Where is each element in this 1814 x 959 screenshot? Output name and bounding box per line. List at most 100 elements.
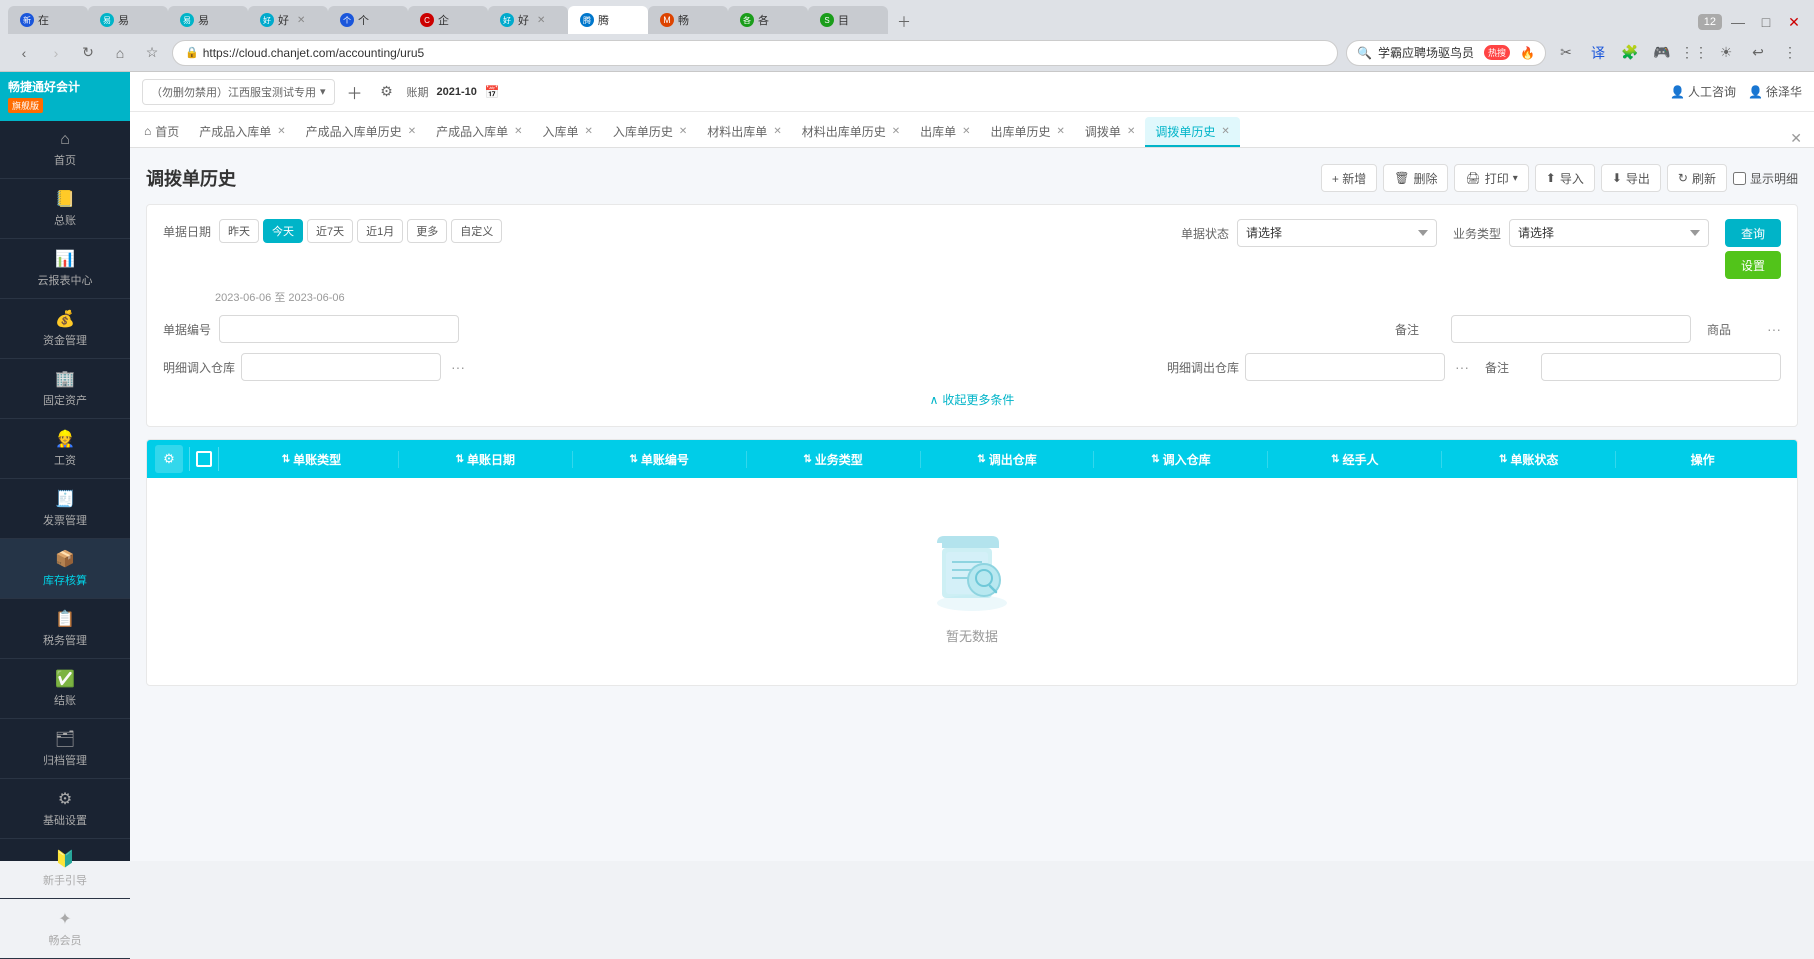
browser-maximize-btn[interactable]: □ bbox=[1754, 10, 1778, 34]
company-selector[interactable]: （勿删勿禁用）江西服宝测试专用 ▾ bbox=[142, 79, 335, 105]
translate-icon[interactable]: 译 bbox=[1586, 41, 1610, 65]
sidebar-item-reports[interactable]: 📊云报表中心 bbox=[0, 239, 130, 299]
browser-tab-11[interactable]: S 目 bbox=[808, 6, 888, 34]
browser-tab-6[interactable]: C 企 bbox=[408, 6, 488, 34]
tab-product-in-close[interactable]: ✕ bbox=[277, 126, 285, 137]
new-tab-btn[interactable]: ＋ bbox=[892, 10, 916, 34]
menu-icon[interactable]: ⋮ bbox=[1778, 41, 1802, 65]
browser-close-btn[interactable]: ✕ bbox=[1782, 10, 1806, 34]
tab-stock-out-history-close[interactable]: ✕ bbox=[1057, 126, 1065, 137]
company-settings-btn[interactable]: ⚙ bbox=[375, 80, 399, 104]
sidebar-item-member[interactable]: ✦畅会员 bbox=[0, 899, 130, 959]
tab-transfer-history-close[interactable]: ✕ bbox=[1221, 126, 1229, 137]
user-service-btn[interactable]: 👤 人工咨询 bbox=[1670, 83, 1736, 100]
tab-home[interactable]: ⌂首页 bbox=[134, 117, 189, 147]
sidebar-item-archive[interactable]: 🗂归档管理 bbox=[0, 719, 130, 779]
status-select[interactable]: 请选择 bbox=[1237, 219, 1437, 247]
settings-filter-btn[interactable]: 设置 bbox=[1725, 251, 1781, 279]
sidebar-item-basic[interactable]: ⚙基础设置 bbox=[0, 779, 130, 839]
tab-stock-in-history[interactable]: 入库单历史✕ bbox=[603, 117, 697, 147]
browser-tab-2[interactable]: 易 易 bbox=[88, 6, 168, 34]
calendar-icon[interactable]: 📅 bbox=[485, 85, 500, 99]
extensions-icon[interactable]: 🧩 bbox=[1618, 41, 1642, 65]
biz-type-select[interactable]: 请选择 bbox=[1509, 219, 1709, 247]
sidebar-item-inventory[interactable]: 📦库存核算 bbox=[0, 539, 130, 599]
browser-minimize-btn[interactable]: — bbox=[1726, 10, 1750, 34]
export-btn[interactable]: ⬇ 导出 bbox=[1601, 164, 1661, 192]
th-biz-type[interactable]: ⇅ 业务类型 bbox=[747, 451, 921, 468]
th-doc-status[interactable]: ⇅ 单账状态 bbox=[1442, 451, 1616, 468]
th-handler[interactable]: ⇅ 经手人 bbox=[1268, 451, 1442, 468]
th-out-warehouse[interactable]: ⇅ 调出仓库 bbox=[921, 451, 1095, 468]
sidebar-item-guide[interactable]: 🔰新手引导 bbox=[0, 839, 130, 899]
home-btn[interactable]: ⌂ bbox=[108, 41, 132, 65]
address-input[interactable]: 🔒 https://cloud.chanjet.com/accounting/u… bbox=[172, 40, 1338, 66]
sidebar-item-settle[interactable]: ✅结账 bbox=[0, 659, 130, 719]
table-select-all-checkbox[interactable] bbox=[196, 451, 212, 467]
tab-product-in-history-close[interactable]: ✕ bbox=[408, 126, 416, 137]
detail-in-input[interactable] bbox=[241, 353, 441, 381]
games-icon[interactable]: 🎮 bbox=[1650, 41, 1674, 65]
sidebar-item-tax[interactable]: 📋税务管理 bbox=[0, 599, 130, 659]
show-all-checkbox[interactable] bbox=[1733, 172, 1746, 185]
user-avatar[interactable]: 👤 徐泽华 bbox=[1748, 83, 1802, 100]
delete-btn[interactable]: 🗑 删除 bbox=[1383, 164, 1448, 192]
more-btn[interactable]: 更多 bbox=[407, 219, 447, 243]
detail-out-picker[interactable]: ··· bbox=[1455, 359, 1469, 375]
sidebar-item-capital[interactable]: 💰资金管理 bbox=[0, 299, 130, 359]
tab-stock-out-close[interactable]: ✕ bbox=[962, 126, 970, 137]
scissors-icon[interactable]: ✂ bbox=[1554, 41, 1578, 65]
query-btn[interactable]: 查询 bbox=[1725, 219, 1781, 247]
browser-tab-4[interactable]: 好 好 ✕ bbox=[248, 6, 328, 34]
browser-tab-5[interactable]: 个 个 bbox=[328, 6, 408, 34]
today-btn[interactable]: 今天 bbox=[263, 219, 303, 243]
refresh-btn[interactable]: ↻ bbox=[76, 41, 100, 65]
browser-tab-close-7[interactable]: ✕ bbox=[537, 15, 545, 26]
tab-material-out-history[interactable]: 材料出库单历史✕ bbox=[792, 117, 910, 147]
bookmark-btn[interactable]: ☆ bbox=[140, 41, 164, 65]
goods-picker[interactable]: ··· bbox=[1767, 321, 1781, 337]
custom-btn[interactable]: 自定义 bbox=[451, 219, 502, 243]
tab-material-out-close[interactable]: ✕ bbox=[773, 126, 781, 137]
new-btn[interactable]: + 新增 bbox=[1321, 164, 1377, 192]
tab-stock-out[interactable]: 出库单✕ bbox=[910, 117, 980, 147]
browser-tab-8[interactable]: 腾 腾 bbox=[568, 6, 648, 34]
detail-in-picker[interactable]: ··· bbox=[451, 359, 465, 375]
history-back-icon[interactable]: ↩ bbox=[1746, 41, 1770, 65]
browser-tab-3[interactable]: 易 易 bbox=[168, 6, 248, 34]
tab-stock-out-history[interactable]: 出库单历史✕ bbox=[981, 117, 1075, 147]
apps-icon[interactable]: ⋮⋮ bbox=[1682, 41, 1706, 65]
detail-out-input[interactable] bbox=[1245, 353, 1445, 381]
sidebar-item-invoice[interactable]: 🧾发票管理 bbox=[0, 479, 130, 539]
browser-tab-close-4[interactable]: ✕ bbox=[297, 15, 305, 26]
th-doc-no[interactable]: ⇅ 单账编号 bbox=[573, 451, 747, 468]
browser-tab-1[interactable]: 新 在 bbox=[8, 6, 88, 34]
theme-icon[interactable]: ☀ bbox=[1714, 41, 1738, 65]
sidebar-item-payroll[interactable]: 👷工资 bbox=[0, 419, 130, 479]
sidebar-item-ledger[interactable]: 📒总账 bbox=[0, 179, 130, 239]
table-settings-icon[interactable]: ⚙ bbox=[155, 445, 183, 473]
tab-transfer-history[interactable]: 调拨单历史✕ bbox=[1145, 117, 1239, 147]
doc-no-input[interactable] bbox=[219, 315, 459, 343]
browser-tab-9[interactable]: M 畅 bbox=[648, 6, 728, 34]
browser-tab-10[interactable]: 各 各 bbox=[728, 6, 808, 34]
1month-btn[interactable]: 近1月 bbox=[357, 219, 403, 243]
detail-remark-input[interactable] bbox=[1541, 353, 1781, 381]
tab-product-in2-close[interactable]: ✕ bbox=[514, 126, 522, 137]
yesterday-btn[interactable]: 昨天 bbox=[219, 219, 259, 243]
th-doc-date[interactable]: ⇅ 单账日期 bbox=[399, 451, 573, 468]
tab-transfer-close[interactable]: ✕ bbox=[1127, 126, 1135, 137]
th-doc-type[interactable]: ⇅ 单账类型 bbox=[225, 451, 399, 468]
sidebar-item-fixed-assets[interactable]: 🏢固定资产 bbox=[0, 359, 130, 419]
sidebar-item-home[interactable]: ⌂首页 bbox=[0, 121, 130, 179]
tab-material-out[interactable]: 材料出库单✕ bbox=[697, 117, 791, 147]
7days-btn[interactable]: 近7天 bbox=[307, 219, 353, 243]
back-btn[interactable]: ‹ bbox=[12, 41, 36, 65]
tab-close-all[interactable]: ✕ bbox=[1782, 130, 1810, 147]
tab-material-out-history-close[interactable]: ✕ bbox=[892, 126, 900, 137]
search-box[interactable]: 🔍 学霸应聘场驱鸟员 热搜 🔥 bbox=[1346, 40, 1546, 66]
import-btn[interactable]: ⬆ 导入 bbox=[1535, 164, 1595, 192]
tab-stock-in-close[interactable]: ✕ bbox=[585, 126, 593, 137]
tab-transfer[interactable]: 调拨单✕ bbox=[1075, 117, 1145, 147]
refresh-btn[interactable]: ↻ 刷新 bbox=[1667, 164, 1727, 192]
